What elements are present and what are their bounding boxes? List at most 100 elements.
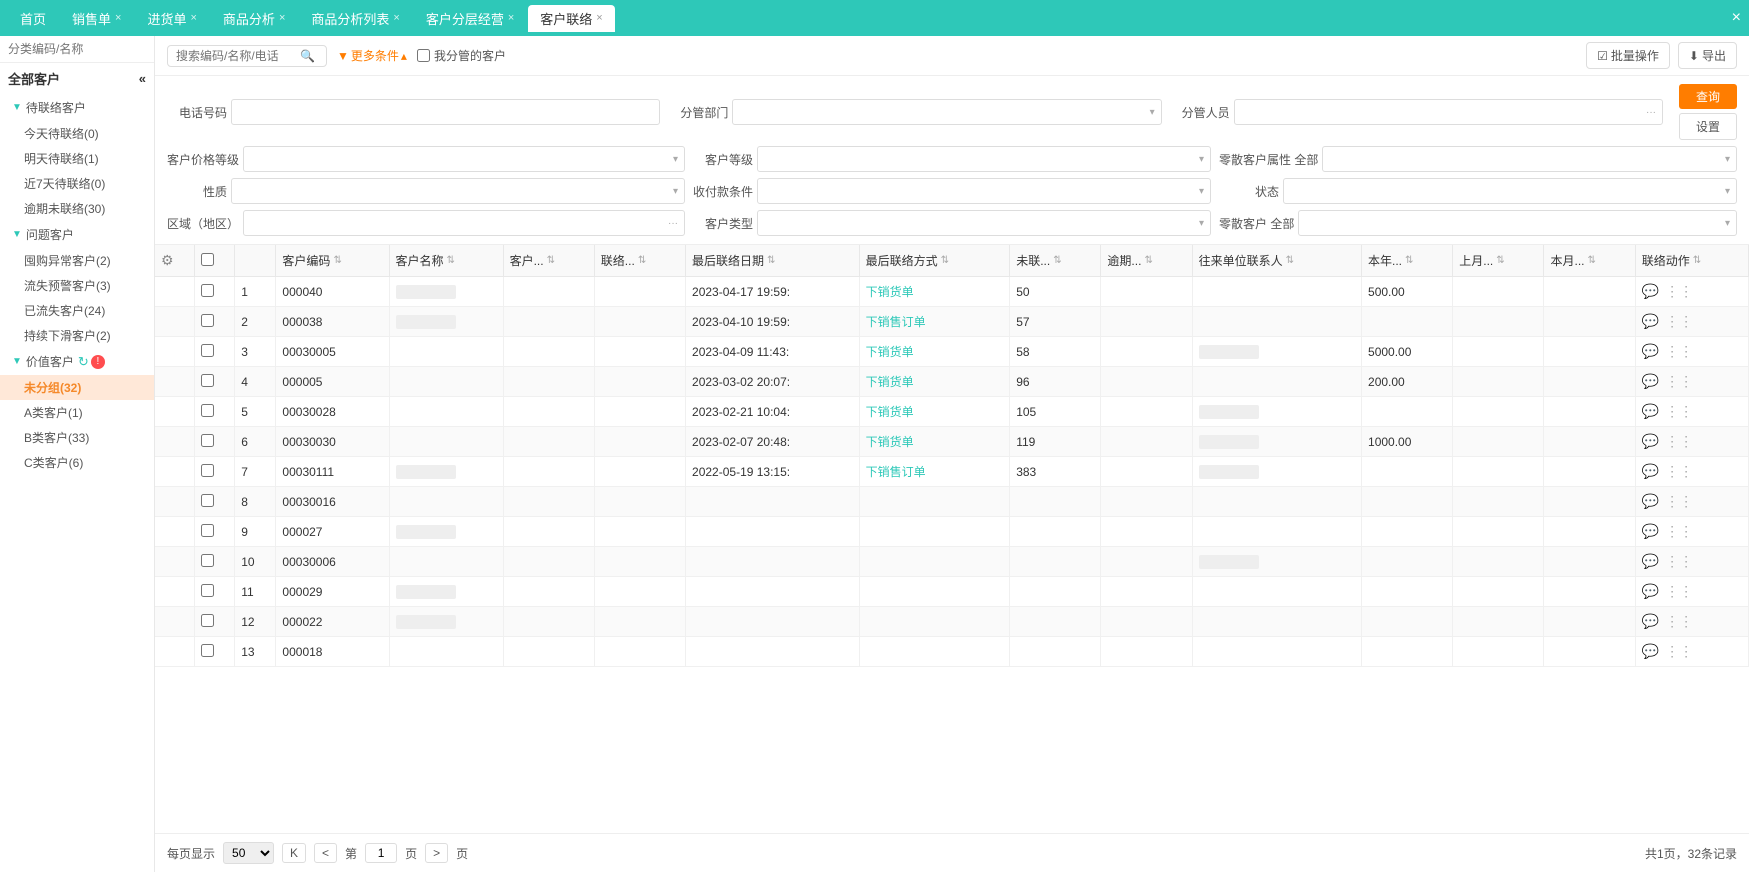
- sidebar-item[interactable]: 持续下滑客户(2): [0, 323, 154, 348]
- sidebar-group-problem[interactable]: ▼问题客户: [0, 221, 154, 248]
- grid-icon[interactable]: ⋮⋮: [1665, 643, 1693, 660]
- grid-icon[interactable]: ⋮⋮: [1665, 463, 1693, 480]
- col-header-this_year[interactable]: 本年...⇅: [1362, 245, 1453, 277]
- col-header-gear[interactable]: ⚙: [155, 245, 194, 277]
- nav-tab-product-analysis[interactable]: 商品分析 ×: [211, 5, 297, 32]
- sort-icon[interactable]: ⇅: [447, 255, 455, 266]
- grid-icon[interactable]: ⋮⋮: [1665, 373, 1693, 390]
- col-header-last_contact_date[interactable]: 最后联络日期⇅: [686, 245, 860, 277]
- chat-icon[interactable]: 💬: [1642, 343, 1659, 360]
- sort-icon[interactable]: ⇅: [1053, 255, 1061, 266]
- field-input-3-2[interactable]: ▾: [1298, 210, 1737, 236]
- sort-icon[interactable]: ⇅: [1588, 255, 1596, 266]
- grid-icon[interactable]: ⋮⋮: [1665, 343, 1693, 360]
- nav-tab-home[interactable]: 首页: [8, 5, 58, 32]
- tab-close-product-analysis[interactable]: ×: [279, 12, 285, 24]
- contact-method-link[interactable]: 下销货单: [866, 435, 914, 449]
- field-input-1-0[interactable]: ▾: [243, 146, 685, 172]
- tab-close-customer-contact[interactable]: ×: [596, 12, 602, 24]
- grid-icon[interactable]: ⋮⋮: [1665, 493, 1693, 510]
- main-search-input[interactable]: [176, 49, 296, 63]
- col-header-checkbox[interactable]: [194, 245, 235, 277]
- reset-button[interactable]: 设置: [1679, 113, 1737, 140]
- sidebar-item[interactable]: C类客户(6): [0, 450, 154, 475]
- sort-icon[interactable]: ⇅: [1405, 255, 1413, 266]
- field-input-0-2[interactable]: ···: [1234, 99, 1663, 125]
- field-input-2-0[interactable]: ▾: [231, 178, 685, 204]
- sidebar-search-input[interactable]: [8, 42, 155, 56]
- chat-icon[interactable]: 💬: [1642, 403, 1659, 420]
- gear-icon[interactable]: ⚙: [161, 252, 174, 268]
- window-close-button[interactable]: ×: [1732, 9, 1741, 27]
- sidebar-item[interactable]: B类客户(33): [0, 425, 154, 450]
- grid-icon[interactable]: ⋮⋮: [1665, 403, 1693, 420]
- page-number-input[interactable]: [365, 843, 397, 863]
- row-checkbox[interactable]: [201, 284, 214, 297]
- nav-tab-sales[interactable]: 销售单 ×: [60, 5, 133, 32]
- contact-method-link[interactable]: 下销货单: [866, 345, 914, 359]
- sort-icon[interactable]: ⇅: [767, 255, 775, 266]
- chat-icon[interactable]: 💬: [1642, 493, 1659, 510]
- batch-operations-btn[interactable]: ☑ 批量操作: [1586, 42, 1670, 69]
- col-header-last_contact_method[interactable]: 最后联络方式⇅: [859, 245, 1010, 277]
- field-input-0-0[interactable]: [231, 99, 660, 125]
- grid-icon[interactable]: ⋮⋮: [1665, 313, 1693, 330]
- sidebar-item[interactable]: 囤购异常客户(2): [0, 248, 154, 273]
- nav-tab-customer-contact[interactable]: 客户联络 ×: [528, 5, 614, 32]
- sidebar-item[interactable]: 逾期未联络(30): [0, 196, 154, 221]
- col-header-no_contact_days[interactable]: 未联...⇅: [1010, 245, 1101, 277]
- sidebar-group-value[interactable]: ▼价值客户↻!: [0, 348, 154, 375]
- field-text-0-0[interactable]: [238, 105, 653, 119]
- query-button[interactable]: 查询: [1679, 84, 1737, 109]
- chat-icon[interactable]: 💬: [1642, 613, 1659, 630]
- sidebar-item[interactable]: 未分组(32): [0, 375, 154, 400]
- sidebar-item[interactable]: 流失预警客户(3): [0, 273, 154, 298]
- row-checkbox[interactable]: [201, 644, 214, 657]
- sort-icon[interactable]: ⇅: [1286, 255, 1294, 266]
- col-header-overdue[interactable]: 逾期...⇅: [1101, 245, 1192, 277]
- field-input-2-1[interactable]: ▾: [757, 178, 1211, 204]
- chat-icon[interactable]: 💬: [1642, 373, 1659, 390]
- chat-icon[interactable]: 💬: [1642, 433, 1659, 450]
- row-checkbox[interactable]: [201, 584, 214, 597]
- row-checkbox[interactable]: [201, 464, 214, 477]
- tab-close-purchase[interactable]: ×: [190, 12, 196, 24]
- col-header-actions[interactable]: 联络动作⇅: [1635, 245, 1748, 277]
- sort-icon[interactable]: ⇅: [547, 255, 555, 266]
- sidebar-item[interactable]: 已流失客户(24): [0, 298, 154, 323]
- col-header-code[interactable]: 客户编码⇅: [276, 245, 389, 277]
- first-page-btn[interactable]: K: [282, 843, 306, 863]
- row-checkbox[interactable]: [201, 314, 214, 327]
- all-customers-header[interactable]: 全部客户 «: [0, 63, 154, 94]
- grid-icon[interactable]: ⋮⋮: [1665, 613, 1693, 630]
- my-customers-checkbox[interactable]: [417, 49, 430, 62]
- chat-icon[interactable]: 💬: [1642, 283, 1659, 300]
- sort-icon[interactable]: ⇅: [638, 255, 646, 266]
- field-input-1-1[interactable]: ▾: [757, 146, 1211, 172]
- nav-tab-customer-segment[interactable]: 客户分层经营 ×: [414, 5, 526, 32]
- contact-method-link[interactable]: 下销货单: [866, 405, 914, 419]
- chat-icon[interactable]: 💬: [1642, 463, 1659, 480]
- col-header-this_month[interactable]: 本月...⇅: [1544, 245, 1635, 277]
- grid-icon[interactable]: ⋮⋮: [1665, 553, 1693, 570]
- chat-icon[interactable]: 💬: [1642, 583, 1659, 600]
- field-input-3-1[interactable]: ▾: [757, 210, 1211, 236]
- nav-tab-product-analysis-list[interactable]: 商品分析列表 ×: [299, 5, 411, 32]
- row-checkbox[interactable]: [201, 494, 214, 507]
- row-checkbox[interactable]: [201, 554, 214, 567]
- sidebar-item[interactable]: A类客户(1): [0, 400, 154, 425]
- refresh-icon[interactable]: ↻: [78, 354, 89, 370]
- sidebar-group-pending[interactable]: ▼待联络客户: [0, 94, 154, 121]
- grid-icon[interactable]: ⋮⋮: [1665, 583, 1693, 600]
- per-page-select[interactable]: 50 20 100: [223, 842, 274, 864]
- prev-page-btn[interactable]: <: [314, 843, 337, 863]
- row-checkbox[interactable]: [201, 524, 214, 537]
- contact-method-link[interactable]: 下销货单: [866, 375, 914, 389]
- chat-icon[interactable]: 💬: [1642, 523, 1659, 540]
- col-header-name[interactable]: 客户名称⇅: [389, 245, 503, 277]
- chat-icon[interactable]: 💬: [1642, 313, 1659, 330]
- sort-icon[interactable]: ⇅: [1144, 255, 1152, 266]
- tab-close-customer-segment[interactable]: ×: [508, 12, 514, 24]
- sort-icon[interactable]: ⇅: [941, 255, 949, 266]
- chat-icon[interactable]: 💬: [1642, 643, 1659, 660]
